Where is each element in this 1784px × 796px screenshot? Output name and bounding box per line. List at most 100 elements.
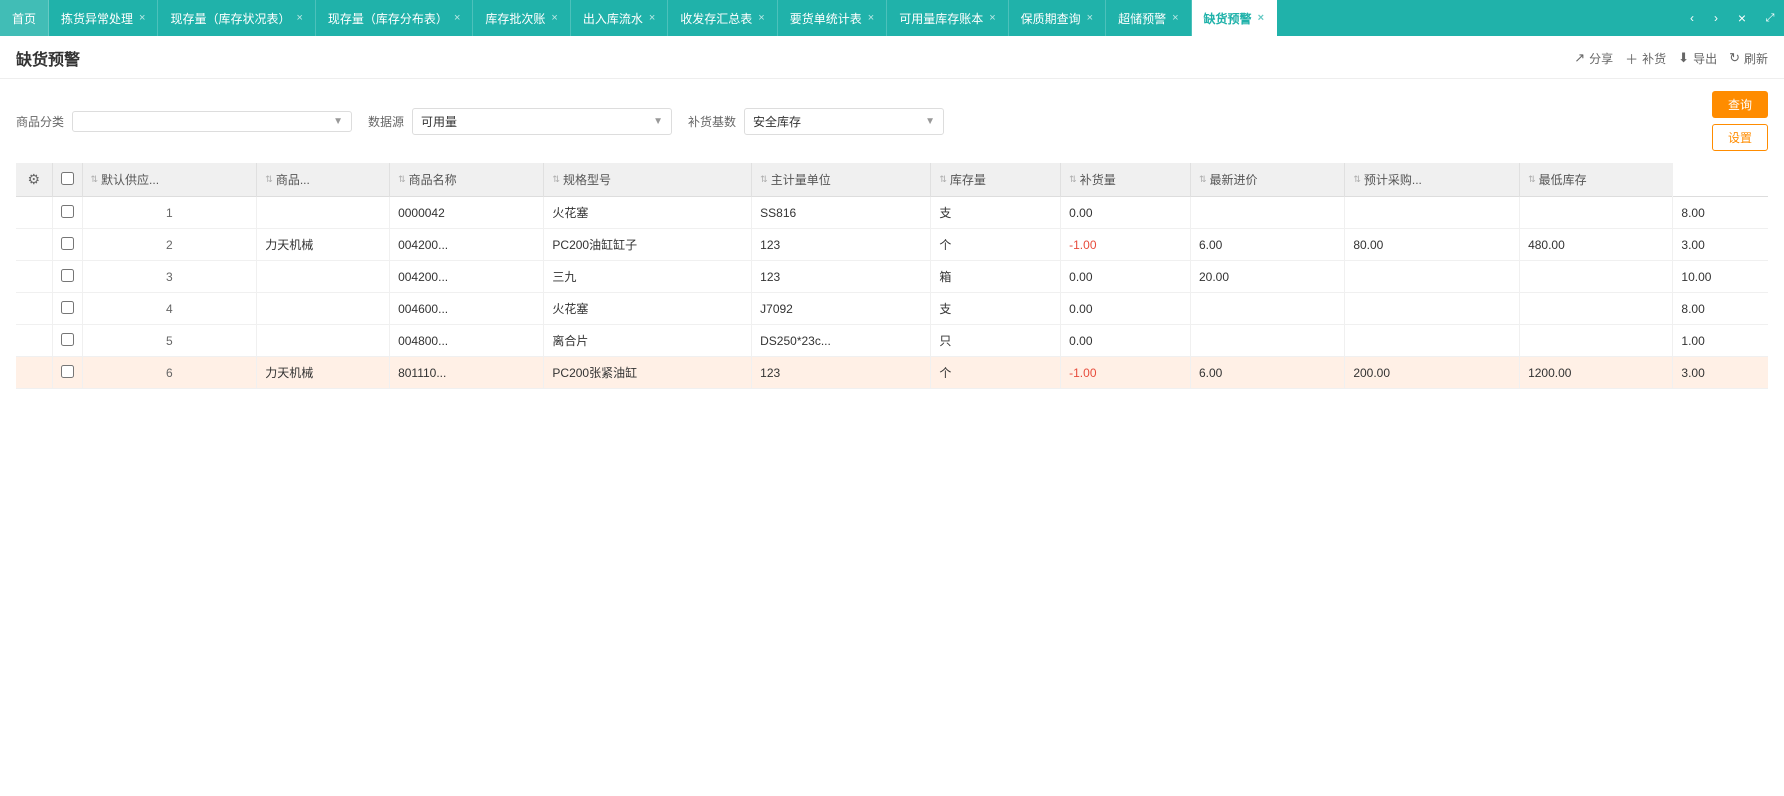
sort-stock-icon[interactable]: ⇅ (939, 174, 947, 185)
close-tab-batch-account[interactable]: × (551, 12, 557, 24)
row-replenish-3 (1190, 293, 1344, 325)
tab-available-ledger[interactable]: 可用量库存账本 × (887, 0, 1008, 36)
table-body: 1 0000042 火花塞 SS816 支 0.00 8.00 2 力天机械 0… (16, 197, 1768, 389)
datasource-filter: 数据源 可用量 ▼ (368, 108, 672, 135)
row-code-1: 004200... (390, 229, 544, 261)
sort-name-icon[interactable]: ⇅ (398, 174, 406, 185)
category-select[interactable]: ▼ (72, 111, 352, 132)
close-tab-abnormal[interactable]: × (139, 12, 145, 24)
row-supplier-1: 力天机械 (257, 229, 390, 261)
refresh-action[interactable]: ↻ 刷新 (1729, 50, 1768, 67)
sort-supplier-icon[interactable]: ⇅ (91, 174, 99, 185)
close-tab-inventory-status[interactable]: × (296, 12, 302, 24)
export-action[interactable]: ⬇ 导出 (1678, 50, 1717, 67)
row-estimated-4 (1520, 325, 1673, 357)
tab-next-btn[interactable]: › (1704, 0, 1728, 36)
sort-spec-icon[interactable]: ⇅ (552, 174, 560, 185)
datasource-select[interactable]: 可用量 ▼ (412, 108, 672, 135)
replenish-base-value: 安全库存 (753, 113, 801, 130)
replenish-icon: ＋ (1625, 49, 1638, 68)
row-checkbox-5[interactable] (61, 365, 74, 378)
row-min-stock-2: 10.00 (1673, 261, 1768, 293)
tab-inout-flow[interactable]: 出入库流水 × (571, 0, 668, 36)
close-tab-receive-summary[interactable]: × (758, 12, 764, 24)
tab-overstock[interactable]: 超储预警 × (1106, 0, 1191, 36)
replenish-base-select[interactable]: 安全库存 ▼ (744, 108, 944, 135)
row-replenish-5: 6.00 (1190, 357, 1344, 389)
close-tab-inventory-dist[interactable]: × (454, 12, 460, 24)
row-checkbox-3[interactable] (61, 301, 74, 314)
sort-estimated-icon[interactable]: ⇅ (1353, 174, 1361, 185)
row-price-0 (1345, 197, 1520, 229)
tab-close-all-btn[interactable]: × (1728, 0, 1756, 36)
row-checkbox-cell-3 (52, 293, 82, 325)
row-name-2: 三九 (544, 261, 752, 293)
close-tab-expiry-query[interactable]: × (1087, 12, 1093, 24)
row-price-5: 200.00 (1345, 357, 1520, 389)
query-button[interactable]: 查询 (1712, 91, 1768, 118)
row-stock-5: -1.00 (1061, 357, 1191, 389)
row-stock-2: 0.00 (1061, 261, 1191, 293)
col-unit: ⇅ 主计量单位 (752, 163, 931, 197)
close-tab-shortage[interactable]: × (1258, 12, 1264, 24)
share-action[interactable]: ↗ 分享 (1574, 50, 1613, 67)
row-settings-5 (16, 357, 52, 389)
tab-batch-account[interactable]: 库存批次账 × (473, 0, 570, 36)
settings-button[interactable]: 设置 (1712, 124, 1768, 151)
col-estimated-purchase: ⇅ 预计采购... (1345, 163, 1520, 197)
replenish-base-chevron-icon: ▼ (925, 116, 935, 127)
tab-order-stats[interactable]: 要货单统计表 × (778, 0, 887, 36)
tab-receive-summary[interactable]: 收发存汇总表 × (668, 0, 777, 36)
col-product-code: ⇅ 商品... (257, 163, 390, 197)
sort-code-icon[interactable]: ⇅ (265, 174, 273, 185)
table-row: 2 力天机械 004200... PC200油缸缸子 123 个 -1.00 6… (16, 229, 1768, 261)
tab-expiry-query[interactable]: 保质期查询 × (1009, 0, 1106, 36)
sort-unit-icon[interactable]: ⇅ (760, 174, 768, 185)
row-min-stock-3: 8.00 (1673, 293, 1768, 325)
table-container: ⚙ ⇅ 默认供应... ⇅ 商品... (0, 163, 1784, 389)
close-tab-inout-flow[interactable]: × (649, 12, 655, 24)
row-checkbox-1[interactable] (61, 237, 74, 250)
tab-maximize-btn[interactable]: ⤢ (1756, 0, 1784, 36)
select-all-checkbox[interactable] (61, 172, 74, 185)
row-replenish-2: 20.00 (1190, 261, 1344, 293)
tab-abnormal[interactable]: 拣货异常处理 × (49, 0, 158, 36)
tab-inventory-status[interactable]: 现存量（库存状况表） × (158, 0, 315, 36)
tab-nav-actions: ‹ › × ⤢ (1680, 0, 1784, 36)
close-tab-available-ledger[interactable]: × (989, 12, 995, 24)
close-tab-overstock[interactable]: × (1172, 12, 1178, 24)
col-replenish-qty: ⇅ 补货量 (1061, 163, 1191, 197)
table-row: 4 004600... 火花塞 J7092 支 0.00 8.00 (16, 293, 1768, 325)
row-checkbox-2[interactable] (61, 269, 74, 282)
sort-price-icon[interactable]: ⇅ (1199, 174, 1207, 185)
tab-prev-btn[interactable]: ‹ (1680, 0, 1704, 36)
tab-inventory-dist[interactable]: 现存量（库存分布表） × (316, 0, 473, 36)
sort-replenish-icon[interactable]: ⇅ (1069, 174, 1077, 185)
close-tab-order-stats[interactable]: × (868, 12, 874, 24)
row-unit-4: 只 (931, 325, 1061, 357)
row-checkbox-0[interactable] (61, 205, 74, 218)
row-code-3: 004600... (390, 293, 544, 325)
replenish-action[interactable]: ＋ 补货 (1625, 49, 1666, 68)
tab-shortage[interactable]: 缺货预警 × (1192, 0, 1277, 36)
row-spec-1: 123 (752, 229, 931, 261)
row-checkbox-4[interactable] (61, 333, 74, 346)
table-row: 1 0000042 火花塞 SS816 支 0.00 8.00 (16, 197, 1768, 229)
sort-min-icon[interactable]: ⇅ (1528, 174, 1536, 185)
page-header: 缺货预警 ↗ 分享 ＋ 补货 ⬇ 导出 ↻ 刷新 (0, 36, 1784, 79)
row-settings-3 (16, 293, 52, 325)
row-spec-0: SS816 (752, 197, 931, 229)
row-replenish-1: 6.00 (1190, 229, 1344, 261)
row-price-1: 80.00 (1345, 229, 1520, 261)
refresh-icon: ↻ (1729, 50, 1740, 66)
row-replenish-0 (1190, 197, 1344, 229)
table-settings-icon[interactable]: ⚙ (26, 172, 42, 188)
tab-home[interactable]: 首页 (0, 0, 49, 36)
row-min-stock-0: 8.00 (1673, 197, 1768, 229)
row-checkbox-cell-2 (52, 261, 82, 293)
row-price-4 (1345, 325, 1520, 357)
row-checkbox-cell-1 (52, 229, 82, 261)
row-estimated-2 (1520, 261, 1673, 293)
row-code-5: 801110... (390, 357, 544, 389)
tab-bar: 首页 拣货异常处理 × 现存量（库存状况表） × 现存量（库存分布表） × 库存… (0, 0, 1784, 36)
